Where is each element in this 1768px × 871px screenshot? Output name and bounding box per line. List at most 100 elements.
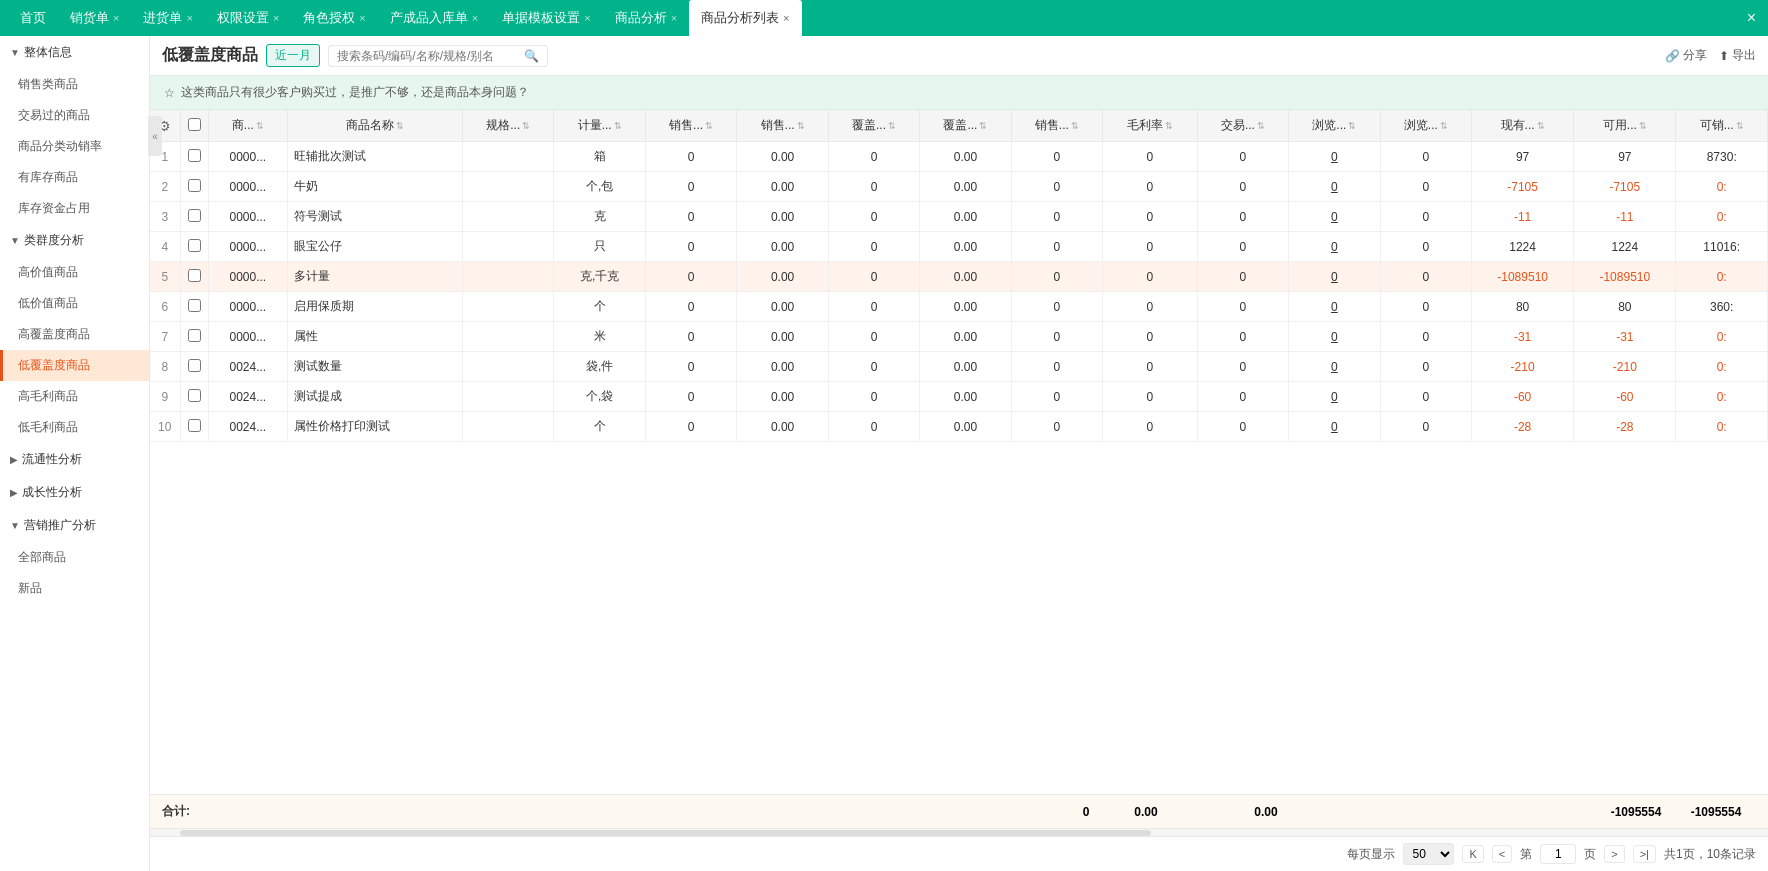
col-gross[interactable]: 毛利率⇅	[1103, 110, 1198, 142]
sidebar-group-growth[interactable]: ▶ 成长性分析	[0, 476, 149, 509]
sidebar-item-traded-goods[interactable]: 交易过的商品	[0, 100, 149, 131]
close-icon[interactable]: ×	[273, 12, 279, 24]
row-checkbox[interactable]	[188, 329, 201, 342]
first-page-button[interactable]: K	[1462, 845, 1483, 863]
close-icon[interactable]: ×	[113, 12, 119, 24]
nav-purchase[interactable]: 进货单 ×	[131, 0, 204, 36]
nav-warehouse[interactable]: 产成品入库单 ×	[378, 0, 490, 36]
row-name[interactable]: 眼宝公仔	[288, 232, 463, 262]
next-page-button[interactable]: >	[1604, 845, 1624, 863]
row-checkbox[interactable]	[188, 209, 201, 222]
col-view2[interactable]: 浏览...⇅	[1380, 110, 1471, 142]
row-checkbox[interactable]	[188, 269, 201, 282]
search-input[interactable]	[337, 49, 520, 63]
col-trade[interactable]: 交易...⇅	[1197, 110, 1288, 142]
row-name[interactable]: 旺辅批次测试	[288, 142, 463, 172]
col-cover1[interactable]: 覆盖...⇅	[828, 110, 919, 142]
select-all-checkbox[interactable]	[188, 118, 201, 131]
close-icon[interactable]: ×	[186, 12, 192, 24]
sidebar-item-category-rate[interactable]: 商品分类动销率	[0, 131, 149, 162]
row-view1[interactable]: 0	[1289, 322, 1380, 352]
row-view1[interactable]: 0	[1289, 172, 1380, 202]
row-view1[interactable]: 0	[1289, 202, 1380, 232]
col-spec[interactable]: 规格...⇅	[463, 110, 554, 142]
sidebar-item-stock-capital[interactable]: 库存资金占用	[0, 193, 149, 224]
sidebar-group-cluster[interactable]: ▼ 类群度分析	[0, 224, 149, 257]
time-filter-month[interactable]: 近一月	[266, 44, 320, 67]
col-sales-qty[interactable]: 销售...⇅	[645, 110, 736, 142]
row-checkbox[interactable]	[188, 179, 201, 192]
row-checkbox[interactable]	[188, 299, 201, 312]
sidebar-item-high-margin[interactable]: 高毛利商品	[0, 381, 149, 412]
row-sales-amt: 0.00	[737, 352, 828, 382]
sidebar-item-high-coverage[interactable]: 高覆盖度商品	[0, 319, 149, 350]
row-view1[interactable]: 0	[1289, 232, 1380, 262]
sidebar-item-high-value[interactable]: 高价值商品	[0, 257, 149, 288]
col-code[interactable]: 商...⇅	[208, 110, 288, 142]
col-avail[interactable]: 可用...⇅	[1574, 110, 1676, 142]
per-page-select[interactable]: 50 10 20 100	[1403, 843, 1454, 865]
col-current[interactable]: 现有...⇅	[1472, 110, 1574, 142]
row-checkbox[interactable]	[188, 239, 201, 252]
row-checkbox[interactable]	[188, 359, 201, 372]
row-view1[interactable]: 0	[1289, 382, 1380, 412]
row-current: 97	[1472, 142, 1574, 172]
sidebar-group-liquidity[interactable]: ▶ 流通性分析	[0, 443, 149, 476]
row-view1[interactable]: 0	[1289, 142, 1380, 172]
sidebar-item-low-margin[interactable]: 低毛利商品	[0, 412, 149, 443]
row-view1[interactable]: 0	[1289, 292, 1380, 322]
page-number-input[interactable]	[1540, 844, 1576, 864]
row-name[interactable]: 多计量	[288, 262, 463, 292]
col-cover2[interactable]: 覆盖...⇅	[920, 110, 1011, 142]
sidebar-collapse-button[interactable]: «	[148, 116, 162, 156]
row-name[interactable]: 属性价格打印测试	[288, 412, 463, 442]
nav-sales[interactable]: 销货单 ×	[58, 0, 131, 36]
row-trade: 0	[1197, 292, 1288, 322]
close-icon[interactable]: ×	[671, 12, 677, 24]
nav-home[interactable]: 首页	[8, 0, 58, 36]
col-view1[interactable]: 浏览...⇅	[1289, 110, 1380, 142]
sidebar-item-low-coverage[interactable]: 低覆盖度商品	[0, 350, 149, 381]
col-name[interactable]: 商品名称⇅	[288, 110, 463, 142]
close-all-tabs-icon[interactable]: ×	[1747, 9, 1756, 27]
close-icon[interactable]: ×	[359, 12, 365, 24]
sidebar-item-all-goods[interactable]: 全部商品	[0, 542, 149, 573]
col-unit[interactable]: 计量...⇅	[554, 110, 645, 142]
prev-page-button[interactable]: <	[1492, 845, 1512, 863]
sidebar-item-low-value[interactable]: 低价值商品	[0, 288, 149, 319]
row-checkbox[interactable]	[188, 419, 201, 432]
row-checkbox[interactable]	[188, 389, 201, 402]
row-view1[interactable]: 0	[1289, 352, 1380, 382]
row-name[interactable]: 启用保质期	[288, 292, 463, 322]
close-icon[interactable]: ×	[472, 12, 478, 24]
col-sellable[interactable]: 可销...⇅	[1676, 110, 1768, 142]
row-name[interactable]: 符号测试	[288, 202, 463, 232]
page-title: 低覆盖度商品	[162, 45, 258, 66]
col-sales3[interactable]: 销售...⇅	[1011, 110, 1102, 142]
sidebar-item-in-stock[interactable]: 有库存商品	[0, 162, 149, 193]
sidebar-group-marketing[interactable]: ▼ 营销推广分析	[0, 509, 149, 542]
sidebar-item-sales-goods[interactable]: 销售类商品	[0, 69, 149, 100]
nav-permission[interactable]: 权限设置 ×	[205, 0, 291, 36]
row-view1[interactable]: 0	[1289, 412, 1380, 442]
search-icon[interactable]: 🔍	[524, 49, 539, 63]
close-icon[interactable]: ×	[783, 12, 789, 24]
row-view1[interactable]: 0	[1289, 262, 1380, 292]
row-checkbox[interactable]	[188, 149, 201, 162]
sidebar-group-overall[interactable]: ▼ 整体信息	[0, 36, 149, 69]
last-page-button[interactable]: >|	[1633, 845, 1656, 863]
row-current: -60	[1472, 382, 1574, 412]
nav-analysis-list[interactable]: 商品分析列表 ×	[689, 0, 801, 36]
share-button[interactable]: 🔗 分享	[1665, 47, 1707, 64]
col-sales-amt[interactable]: 销售...⇅	[737, 110, 828, 142]
row-name[interactable]: 测试数量	[288, 352, 463, 382]
row-name[interactable]: 测试提成	[288, 382, 463, 412]
close-icon[interactable]: ×	[584, 12, 590, 24]
nav-template[interactable]: 单据模板设置 ×	[490, 0, 602, 36]
row-name[interactable]: 牛奶	[288, 172, 463, 202]
nav-role[interactable]: 角色授权 ×	[291, 0, 377, 36]
sidebar-item-new-goods[interactable]: 新品	[0, 573, 149, 604]
row-name[interactable]: 属性	[288, 322, 463, 352]
nav-analysis[interactable]: 商品分析 ×	[603, 0, 689, 36]
export-button[interactable]: ⬆ 导出	[1719, 47, 1756, 64]
